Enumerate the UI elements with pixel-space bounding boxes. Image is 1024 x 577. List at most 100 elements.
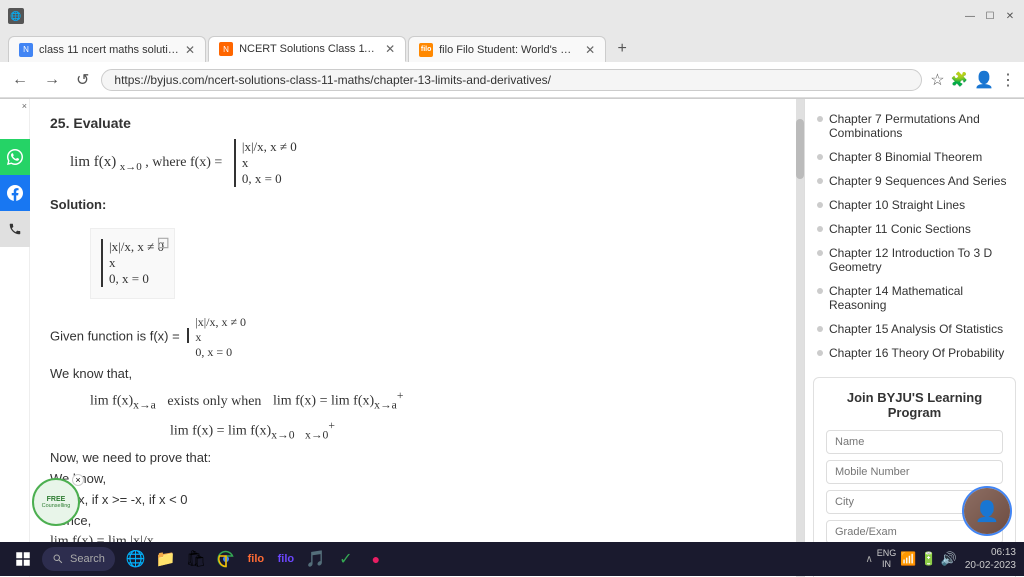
phone-button[interactable] <box>0 211 30 247</box>
taskbar-chrome-icon[interactable] <box>213 546 239 572</box>
chapter-item-ch16[interactable]: Chapter 16 Theory Of Probability <box>805 341 1024 365</box>
avatar: 👤 <box>962 486 1012 536</box>
taskbar-clock[interactable]: 06:13 20-02-2023 <box>965 546 1016 572</box>
chapter-dot <box>817 350 823 356</box>
start-button[interactable] <box>8 548 38 570</box>
time-display: 06:13 <box>965 546 1016 559</box>
more-menu-icon[interactable]: ⋮ <box>1000 70 1016 90</box>
tab-1-title: class 11 ncert maths solutions - <box>39 44 179 56</box>
chapter-item-ch13[interactable]: Chapter 14 Mathematical Reasoning <box>805 279 1024 317</box>
forward-button[interactable]: → <box>40 69 64 91</box>
reload-button[interactable]: ↺ <box>72 68 93 92</box>
taskbar-spotify-icon[interactable]: 🎵 <box>303 546 329 572</box>
title-bar: 🌐 — ☐ ✕ <box>0 0 1024 32</box>
chapter-dot <box>817 116 823 122</box>
date-display: 20-02-2023 <box>965 559 1016 572</box>
chapter-dot <box>817 326 823 332</box>
tab-2[interactable]: N NCERT Solutions Class 11 Maths ✕ <box>208 36 406 62</box>
chapter-label: Chapter 9 Sequences And Series <box>829 174 1006 188</box>
taskbar-checkmark-icon[interactable]: ✓ <box>333 546 359 572</box>
chapter-item-ch10[interactable]: Chapter 10 Straight Lines <box>805 193 1024 217</box>
star-icon[interactable]: ☆ <box>930 70 944 90</box>
social-sidebar-close[interactable]: × <box>22 101 27 111</box>
minimize-button[interactable]: — <box>964 10 976 22</box>
scrollbar-thumb[interactable] <box>796 119 804 179</box>
chapter-label: Chapter 11 Conic Sections <box>829 222 971 236</box>
facebook-button[interactable] <box>0 175 30 211</box>
taskbar-folder-icon[interactable]: 📁 <box>153 546 179 572</box>
mobile-input[interactable] <box>826 460 1003 484</box>
chapter-dot <box>817 202 823 208</box>
title-bar-left: 🌐 <box>8 8 24 24</box>
maximize-button[interactable]: ☐ <box>984 10 996 22</box>
wifi-icon[interactable]: 📶 <box>900 551 916 567</box>
tab-3[interactable]: filo filo Filo Student: World's Only Liv… <box>408 36 606 62</box>
window-controls: — ☐ ✕ <box>964 10 1016 22</box>
taskbar-filo2-icon[interactable]: filo <box>273 546 299 572</box>
window-icon: 🌐 <box>8 8 24 24</box>
social-sidebar: × <box>0 99 30 577</box>
taskbar-app1-icon[interactable]: ● <box>363 546 389 572</box>
battery-icon[interactable]: 🔋 <box>920 551 936 567</box>
address-bar: ← → ↺ ☆ 🧩 👤 ⋮ <box>0 62 1024 98</box>
free-label: FREE <box>47 496 66 503</box>
chapter-label: Chapter 15 Analysis Of Statistics <box>829 322 1003 336</box>
lang-region[interactable]: ENGIN <box>877 548 897 570</box>
now-prove-text: Now, we need to prove that: <box>50 450 776 465</box>
whatsapp-button[interactable] <box>0 139 30 175</box>
taskbar: Search 🌐 📁 🛍 filo filo 🎵 ✓ ● ∧ ENGIN 📶 🔋… <box>0 542 1024 576</box>
chapter-item-ch15[interactable]: Chapter 15 Analysis Of Statistics <box>805 317 1024 341</box>
taskbar-edge-icon[interactable]: 🌐 <box>123 546 149 572</box>
solution-label: Solution: <box>50 197 776 212</box>
article-content: 25. Evaluate lim f(x) x→0 , where f(x) =… <box>30 99 796 577</box>
taskbar-search-box[interactable]: Search <box>42 547 115 571</box>
chapter-label: Chapter 12 Introduction To 3 D Geometry <box>829 246 1012 274</box>
chapter-item-ch12[interactable]: Chapter 12 Introduction To 3 D Geometry <box>805 241 1024 279</box>
tab-1[interactable]: N class 11 ncert maths solutions - ✕ <box>8 36 206 62</box>
avatar-image: 👤 <box>964 488 1010 534</box>
formula-display: |x|/x, x ≠ 0 x 0, x = 0 ⊡ <box>90 220 776 307</box>
chapter-dot <box>817 178 823 184</box>
we-know-text: We know that, <box>50 366 776 381</box>
tab-1-close[interactable]: ✕ <box>185 43 195 57</box>
chapter-label: Chapter 10 Straight Lines <box>829 198 965 212</box>
question-number: 25. Evaluate <box>50 115 776 131</box>
tab-3-title: filo Filo Student: World's Only Live le <box>439 44 579 56</box>
taskbar-filo-icon[interactable]: filo <box>243 546 269 572</box>
chapter-item-ch9[interactable]: Chapter 9 Sequences And Series <box>805 169 1024 193</box>
chapter-item-ch11[interactable]: Chapter 11 Conic Sections <box>805 217 1024 241</box>
content-area: × 25. Evaluate lim f(x) x→0 , where f(x)… <box>0 99 1024 577</box>
limit-formula-2: lim f(x) = lim f(x)x→0 x→0+ <box>50 419 776 441</box>
scan-icon[interactable]: ⊡ <box>157 233 170 253</box>
chapter-label: Chapter 8 Binomial Theorem <box>829 150 982 164</box>
profile-icon[interactable]: 👤 <box>974 70 994 90</box>
tab-2-close[interactable]: ✕ <box>385 42 395 56</box>
extensions-icon[interactable]: 🧩 <box>951 71 968 88</box>
limit-formula: lim f(x)x→a exists only when lim f(x) = … <box>50 389 776 411</box>
name-input[interactable] <box>826 430 1003 454</box>
free-counselling-badge[interactable]: FREE Counselling × <box>32 478 80 526</box>
tab-2-title: NCERT Solutions Class 11 Maths <box>239 43 379 55</box>
chapters-list: Chapter 7 Permutations And Combinations C… <box>805 107 1024 365</box>
tab-3-favicon: filo <box>419 43 433 57</box>
hence-text: Hence, <box>50 513 776 528</box>
new-tab-button[interactable]: + <box>608 36 636 62</box>
close-button[interactable]: ✕ <box>1004 10 1016 22</box>
tab-2-favicon: N <box>219 42 233 56</box>
counselling-label: Counselling <box>42 503 71 509</box>
taskbar-search-text: Search <box>70 553 105 565</box>
given-text: Given function is f(x) = |x|/x, x ≠ 0 x … <box>50 315 776 360</box>
tray-arrow[interactable]: ∧ <box>865 554 872 565</box>
badge-close[interactable]: × <box>72 474 84 486</box>
chapter-dot <box>817 154 823 160</box>
volume-icon[interactable]: 🔊 <box>941 551 957 567</box>
taskbar-store-icon[interactable]: 🛍 <box>183 546 209 572</box>
url-input[interactable] <box>101 69 922 91</box>
chapter-item-ch8[interactable]: Chapter 8 Binomial Theorem <box>805 145 1024 169</box>
chapter-item-ch7[interactable]: Chapter 7 Permutations And Combinations <box>805 107 1024 145</box>
chapter-label: Chapter 16 Theory Of Probability <box>829 346 1004 360</box>
tab-3-close[interactable]: ✕ <box>585 43 595 57</box>
scrollbar[interactable] <box>796 99 804 577</box>
limit-expression: lim f(x) x→0 , where f(x) = |x|/x, x ≠ 0… <box>50 139 776 187</box>
back-button[interactable]: ← <box>8 69 32 91</box>
